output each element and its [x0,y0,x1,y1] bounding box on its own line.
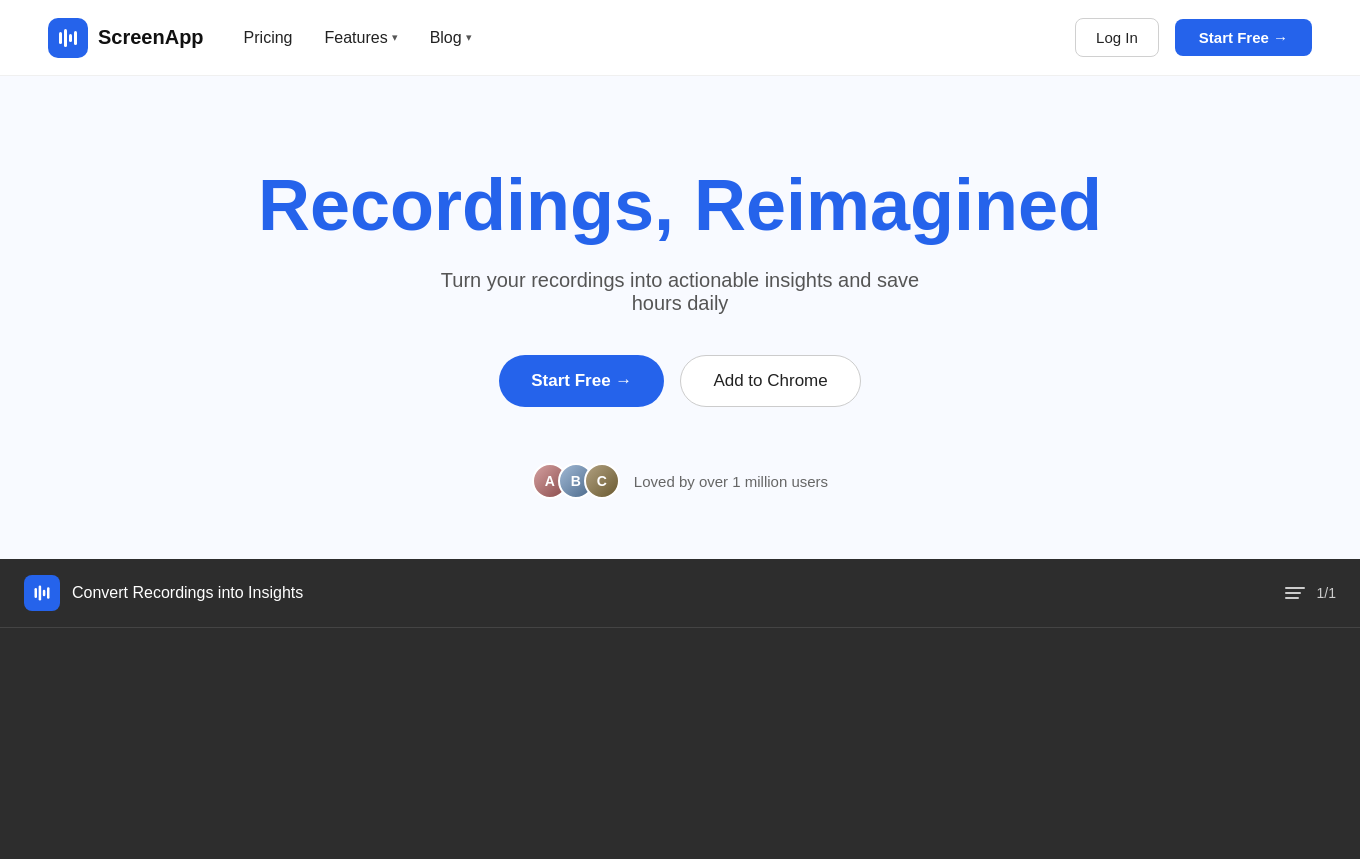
nav-right: Log In Start Free → [1075,18,1312,57]
social-proof-text: Loved by over 1 million users [634,473,828,490]
screenapp-icon [56,26,80,50]
svg-rect-6 [43,590,46,597]
navbar: ScreenApp Pricing Features ▾ Blog ▾ Log … [0,0,1360,76]
hero-section: Recordings, Reimagined Turn your recordi… [0,76,1360,579]
hero-start-free-button[interactable]: Start Free → [499,355,664,407]
nav-link-pricing[interactable]: Pricing [244,29,293,47]
nav-start-free-button[interactable]: Start Free → [1175,19,1312,56]
brand-name: ScreenApp [98,26,204,49]
hero-cta-group: Start Free → Add to Chrome [499,355,860,407]
bottom-bar-title: Convert Recordings into Insights [72,584,303,602]
svg-rect-2 [69,34,72,42]
logo[interactable]: ScreenApp [48,18,204,58]
avatar: C [584,463,620,499]
svg-rect-5 [39,586,42,601]
nav-link-features[interactable]: Features ▾ [325,29,398,47]
bottom-screenapp-icon [32,583,52,603]
login-button[interactable]: Log In [1075,18,1159,57]
list-line-1 [1285,587,1305,589]
svg-rect-0 [59,32,62,44]
svg-rect-4 [35,588,38,598]
svg-rect-3 [74,31,77,45]
hero-subtitle: Turn your recordings into actionable ins… [420,269,940,315]
bottom-bar-controls: 1/1 [1285,585,1336,601]
list-line-2 [1285,592,1301,594]
bottom-bar-content [0,628,1360,859]
list-line-3 [1285,597,1299,599]
nav-links: Pricing Features ▾ Blog ▾ [244,29,472,47]
hero-title: Recordings, Reimagined [258,166,1102,245]
svg-rect-7 [47,587,50,599]
bottom-bar-brand: Convert Recordings into Insights [24,575,303,611]
nav-link-blog[interactable]: Blog ▾ [430,29,472,47]
pagination-indicator: 1/1 [1317,585,1336,601]
avatar-group: A B C [532,463,620,499]
social-proof: A B C Loved by over 1 million users [532,463,828,499]
bottom-bar: Convert Recordings into Insights 1/1 [0,559,1360,859]
logo-icon [48,18,88,58]
blog-chevron-icon: ▾ [466,31,472,44]
list-icon[interactable] [1285,587,1305,599]
bottom-bar-header: Convert Recordings into Insights 1/1 [0,559,1360,628]
nav-left: ScreenApp Pricing Features ▾ Blog ▾ [48,18,472,58]
svg-rect-1 [64,29,67,47]
bottom-logo-icon [24,575,60,611]
hero-add-to-chrome-button[interactable]: Add to Chrome [680,355,860,407]
features-chevron-icon: ▾ [392,31,398,44]
